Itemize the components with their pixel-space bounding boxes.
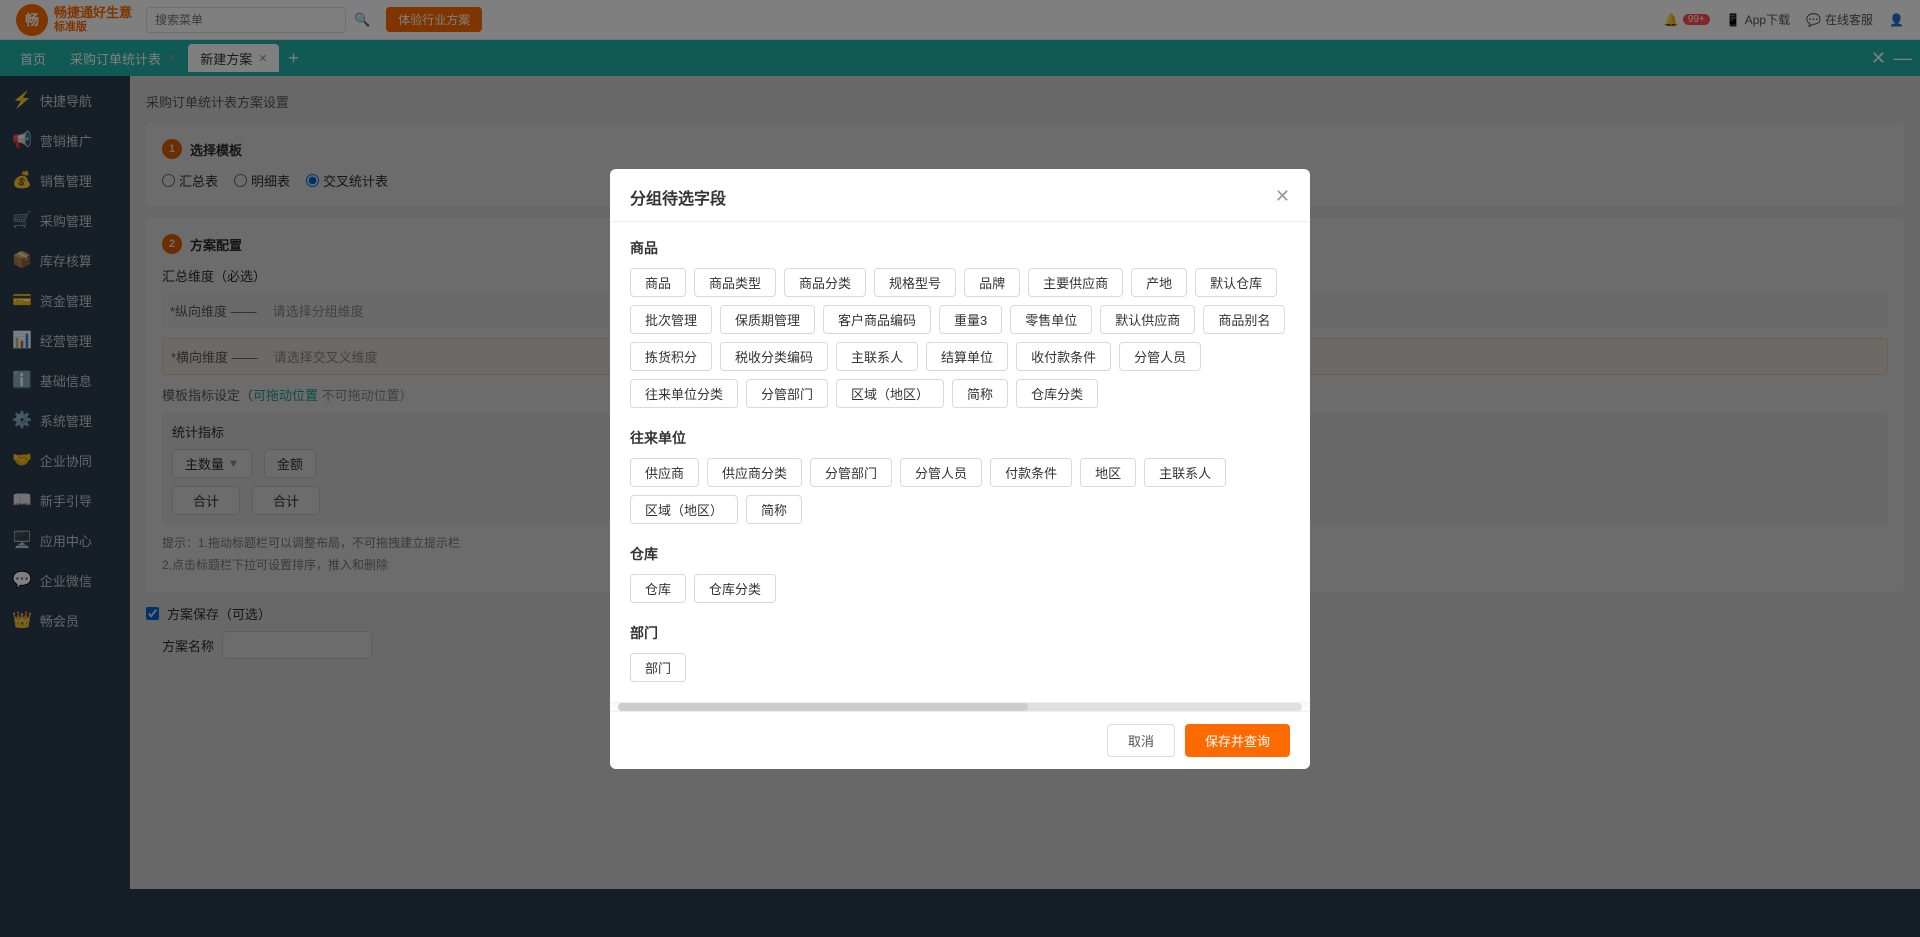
tag-retail-unit[interactable]: 零售单位: [1010, 305, 1092, 334]
section-partner: 往来单位 供应商 供应商分类 分管部门 分管人员 付款条件 地区 主联系人 区域…: [630, 428, 1290, 524]
tag-region-partner[interactable]: 地区: [1080, 458, 1136, 487]
tag-region-goods[interactable]: 区域（地区）: [836, 379, 944, 408]
section-dept: 部门 部门: [630, 623, 1290, 682]
tag-partner-category[interactable]: 往来单位分类: [630, 379, 738, 408]
tag-supplier[interactable]: 供应商: [630, 458, 699, 487]
tag-goods-category[interactable]: 商品分类: [784, 268, 866, 297]
tag-batch-mgmt[interactable]: 批次管理: [630, 305, 712, 334]
tag-origin[interactable]: 产地: [1131, 268, 1187, 297]
section-goods-tags: 商品 商品类型 商品分类 规格型号 品牌 主要供应商 产地 默认仓库 批次管理 …: [630, 268, 1290, 408]
tag-warehouse-cat[interactable]: 仓库分类: [694, 574, 776, 603]
tag-supplier-category[interactable]: 供应商分类: [707, 458, 802, 487]
tag-area-partner[interactable]: 区域（地区）: [630, 495, 738, 524]
tag-warehouse[interactable]: 仓库: [630, 574, 686, 603]
tag-manager[interactable]: 分管人员: [1119, 342, 1201, 371]
section-warehouse-title: 仓库: [630, 544, 1290, 564]
section-warehouse: 仓库 仓库 仓库分类: [630, 544, 1290, 603]
tag-main-contact-partner[interactable]: 主联系人: [1144, 458, 1226, 487]
tag-dept[interactable]: 分管部门: [746, 379, 828, 408]
tag-goods[interactable]: 商品: [630, 268, 686, 297]
section-dept-tags: 部门: [630, 653, 1290, 682]
tag-spec-model[interactable]: 规格型号: [874, 268, 956, 297]
section-partner-title: 往来单位: [630, 428, 1290, 448]
tag-customer-code[interactable]: 客户商品编码: [823, 305, 931, 334]
dialog-cancel-button[interactable]: 取消: [1107, 724, 1175, 757]
section-partner-tags: 供应商 供应商分类 分管部门 分管人员 付款条件 地区 主联系人 区域（地区） …: [630, 458, 1290, 524]
tag-goods-type[interactable]: 商品类型: [694, 268, 776, 297]
field-selection-dialog: 分组待选字段 ✕ 商品 商品 商品类型 商品分类 规格型号 品牌 主要供应商 产…: [610, 169, 1310, 769]
section-dept-title: 部门: [630, 623, 1290, 643]
dialog-save-query-button[interactable]: 保存并查询: [1185, 724, 1290, 757]
tag-pick-score[interactable]: 拣货积分: [630, 342, 712, 371]
tag-tax-code[interactable]: 税收分类编码: [720, 342, 828, 371]
section-warehouse-tags: 仓库 仓库分类: [630, 574, 1290, 603]
section-goods-title: 商品: [630, 238, 1290, 258]
tag-default-warehouse[interactable]: 默认仓库: [1195, 268, 1277, 297]
dialog-body: 商品 商品 商品类型 商品分类 规格型号 品牌 主要供应商 产地 默认仓库 批次…: [610, 222, 1310, 702]
tag-dept-partner[interactable]: 分管部门: [810, 458, 892, 487]
tag-short-name-goods[interactable]: 简称: [952, 379, 1008, 408]
dialog-title: 分组待选字段: [630, 185, 726, 209]
tag-main-contact[interactable]: 主联系人: [836, 342, 918, 371]
tag-settlement-unit[interactable]: 结算单位: [926, 342, 1008, 371]
tag-short-name-partner[interactable]: 简称: [746, 495, 802, 524]
tag-payment-cond[interactable]: 付款条件: [990, 458, 1072, 487]
modal-overlay: 分组待选字段 ✕ 商品 商品 商品类型 商品分类 规格型号 品牌 主要供应商 产…: [0, 0, 1920, 937]
dialog-close-button[interactable]: ✕: [1275, 186, 1290, 207]
tag-department[interactable]: 部门: [630, 653, 686, 682]
section-goods: 商品 商品 商品类型 商品分类 规格型号 品牌 主要供应商 产地 默认仓库 批次…: [630, 238, 1290, 408]
tag-default-supplier[interactable]: 默认供应商: [1100, 305, 1195, 334]
tag-payment-terms[interactable]: 收付款条件: [1016, 342, 1111, 371]
tag-main-supplier[interactable]: 主要供应商: [1028, 268, 1123, 297]
tag-weight3[interactable]: 重量3: [939, 305, 1002, 334]
tag-goods-alias[interactable]: 商品别名: [1203, 305, 1285, 334]
tag-manager-partner[interactable]: 分管人员: [900, 458, 982, 487]
dialog-footer: 取消 保存并查询: [610, 711, 1310, 769]
dialog-scrollbar-horizontal: [610, 702, 1310, 711]
tag-quality-mgmt[interactable]: 保质期管理: [720, 305, 815, 334]
tag-warehouse-category[interactable]: 仓库分类: [1016, 379, 1098, 408]
dialog-header: 分组待选字段 ✕: [610, 169, 1310, 222]
tag-brand[interactable]: 品牌: [964, 268, 1020, 297]
